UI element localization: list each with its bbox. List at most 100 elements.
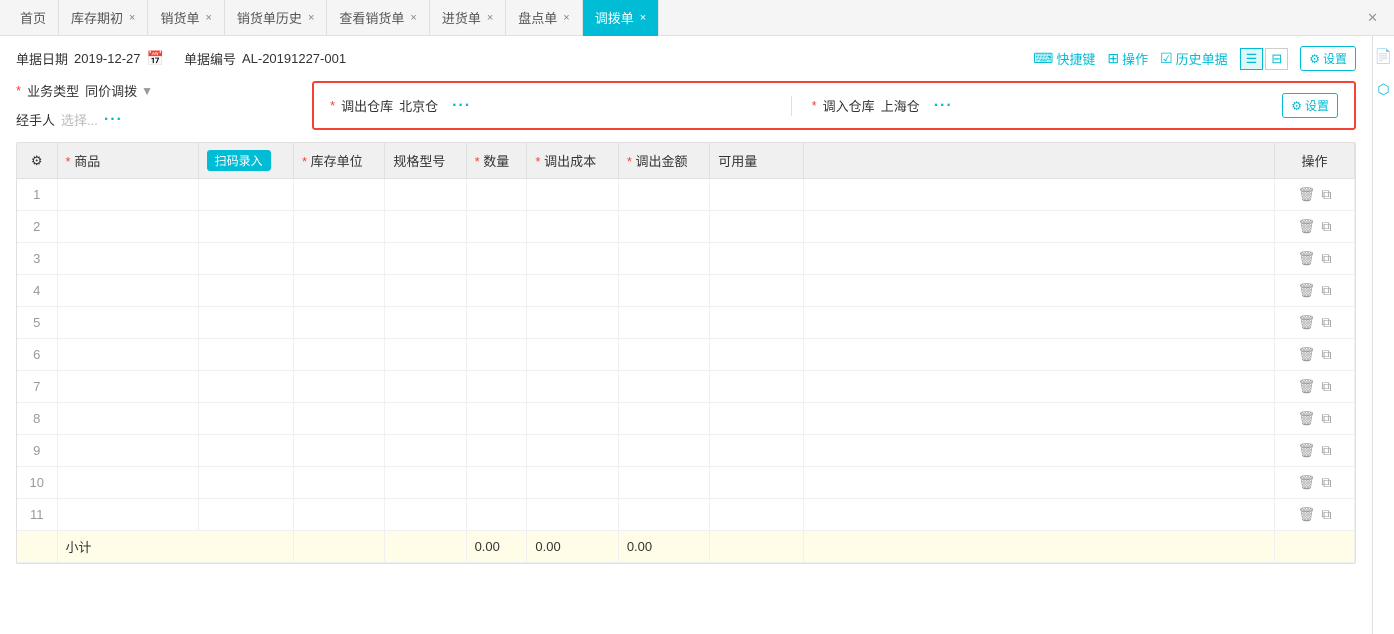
- right-panel-doc-icon[interactable]: 📄: [1375, 44, 1392, 69]
- delete-icon[interactable]: 🗑: [1298, 314, 1316, 331]
- cell-unit[interactable]: [293, 179, 384, 211]
- tab-sales-order[interactable]: 销货单 ×: [148, 0, 224, 36]
- tab-purchase-order[interactable]: 进货单 ×: [430, 0, 506, 36]
- delete-icon[interactable]: 🗑: [1298, 442, 1316, 459]
- cell-unit[interactable]: [293, 339, 384, 371]
- cell-cost[interactable]: [527, 275, 618, 307]
- tab-sales-history[interactable]: 销货单历史 ×: [225, 0, 327, 36]
- cell-qty[interactable]: [466, 275, 527, 307]
- cell-amount[interactable]: [618, 435, 709, 467]
- cell-unit[interactable]: [293, 371, 384, 403]
- cell-spec[interactable]: [385, 339, 466, 371]
- operations-btn[interactable]: ⊞ 操作: [1107, 49, 1148, 68]
- cell-spec[interactable]: [385, 371, 466, 403]
- history-btn[interactable]: ☑ 历史单据: [1160, 49, 1228, 68]
- cell-product[interactable]: [57, 307, 198, 339]
- cell-unit[interactable]: [293, 243, 384, 275]
- cell-spec[interactable]: [385, 275, 466, 307]
- delete-icon[interactable]: 🗑: [1298, 474, 1316, 491]
- handler-value[interactable]: 选择...: [61, 110, 98, 129]
- cell-product[interactable]: [57, 275, 198, 307]
- copy-icon[interactable]: ⧉: [1321, 474, 1331, 491]
- table-scroll-area[interactable]: ⚙ * 商品 扫码录入 * 库存单位: [17, 143, 1355, 563]
- shortcut-btn[interactable]: ⌨ 快捷键: [1033, 49, 1095, 68]
- cell-unit[interactable]: [293, 435, 384, 467]
- cell-spec[interactable]: [385, 403, 466, 435]
- cell-amount[interactable]: [618, 467, 709, 499]
- delete-icon[interactable]: 🗑: [1298, 378, 1316, 395]
- cell-qty[interactable]: [466, 435, 527, 467]
- cell-qty[interactable]: [466, 179, 527, 211]
- cell-product[interactable]: [57, 371, 198, 403]
- delete-icon[interactable]: 🗑: [1298, 410, 1316, 427]
- copy-icon[interactable]: ⧉: [1321, 346, 1331, 363]
- copy-icon[interactable]: ⧉: [1321, 378, 1331, 395]
- copy-icon[interactable]: ⧉: [1321, 250, 1331, 267]
- cell-cost[interactable]: [527, 339, 618, 371]
- cell-cost[interactable]: [527, 371, 618, 403]
- cell-spec[interactable]: [385, 307, 466, 339]
- cell-unit[interactable]: [293, 403, 384, 435]
- tab-view-sales[interactable]: 查看销货单 ×: [327, 0, 429, 36]
- tab-home[interactable]: 首页: [8, 0, 59, 36]
- delete-icon[interactable]: 🗑: [1298, 506, 1316, 523]
- cell-qty[interactable]: [466, 371, 527, 403]
- cell-spec[interactable]: [385, 499, 466, 531]
- cell-qty[interactable]: [466, 243, 527, 275]
- copy-icon[interactable]: ⧉: [1321, 506, 1331, 523]
- tab-transfer-close[interactable]: ×: [640, 12, 646, 24]
- cell-unit[interactable]: [293, 211, 384, 243]
- copy-icon[interactable]: ⧉: [1321, 442, 1331, 459]
- cell-amount[interactable]: [618, 403, 709, 435]
- tab-inventory-check[interactable]: 盘点单 ×: [506, 0, 582, 36]
- delete-icon[interactable]: 🗑: [1298, 218, 1316, 235]
- cell-spec[interactable]: [385, 211, 466, 243]
- cell-qty[interactable]: [466, 467, 527, 499]
- cell-qty[interactable]: [466, 499, 527, 531]
- cell-cost[interactable]: [527, 435, 618, 467]
- copy-icon[interactable]: ⧉: [1321, 218, 1331, 235]
- copy-icon[interactable]: ⧉: [1321, 282, 1331, 299]
- delete-icon[interactable]: 🗑: [1298, 346, 1316, 363]
- cell-amount[interactable]: [618, 179, 709, 211]
- cell-amount[interactable]: [618, 307, 709, 339]
- cell-product[interactable]: [57, 499, 198, 531]
- cell-qty[interactable]: [466, 211, 527, 243]
- cell-product[interactable]: [57, 243, 198, 275]
- tab-inventory-init[interactable]: 库存期初 ×: [59, 0, 148, 36]
- handler-ellipsis[interactable]: ···: [104, 111, 123, 129]
- cell-amount[interactable]: [618, 275, 709, 307]
- tab-sales-order-close[interactable]: ×: [205, 12, 211, 24]
- cell-spec[interactable]: [385, 179, 466, 211]
- layout-list-btn[interactable]: ☰: [1240, 48, 1264, 70]
- cell-amount[interactable]: [618, 243, 709, 275]
- business-type-dropdown[interactable]: 同价调拨 ▼: [85, 81, 153, 100]
- cell-cost[interactable]: [527, 307, 618, 339]
- cell-cost[interactable]: [527, 179, 618, 211]
- warehouse-settings-btn[interactable]: ⚙ 设置: [1282, 93, 1338, 118]
- tab-view-sales-close[interactable]: ×: [410, 12, 416, 24]
- delete-icon[interactable]: 🗑: [1298, 282, 1316, 299]
- cell-unit[interactable]: [293, 307, 384, 339]
- window-close[interactable]: ✕: [1367, 10, 1386, 26]
- tab-inventory-init-close[interactable]: ×: [129, 12, 135, 24]
- col-gear[interactable]: ⚙: [17, 143, 57, 179]
- cell-product[interactable]: [57, 179, 198, 211]
- cell-spec[interactable]: [385, 467, 466, 499]
- layout-grid-btn[interactable]: ⊟: [1265, 48, 1288, 70]
- cell-spec[interactable]: [385, 435, 466, 467]
- tab-inventory-check-close[interactable]: ×: [563, 12, 569, 24]
- right-panel-export-icon[interactable]: ⬡: [1377, 77, 1389, 102]
- scan-button[interactable]: 扫码录入: [207, 150, 271, 171]
- tab-transfer[interactable]: 调拨单 ×: [583, 0, 659, 36]
- delete-icon[interactable]: 🗑: [1298, 250, 1316, 267]
- copy-icon[interactable]: ⧉: [1321, 186, 1331, 203]
- cell-amount[interactable]: [618, 371, 709, 403]
- copy-icon[interactable]: ⧉: [1321, 410, 1331, 427]
- cell-unit[interactable]: [293, 275, 384, 307]
- cell-cost[interactable]: [527, 243, 618, 275]
- cell-amount[interactable]: [618, 499, 709, 531]
- cell-cost[interactable]: [527, 499, 618, 531]
- cell-cost[interactable]: [527, 211, 618, 243]
- cell-cost[interactable]: [527, 403, 618, 435]
